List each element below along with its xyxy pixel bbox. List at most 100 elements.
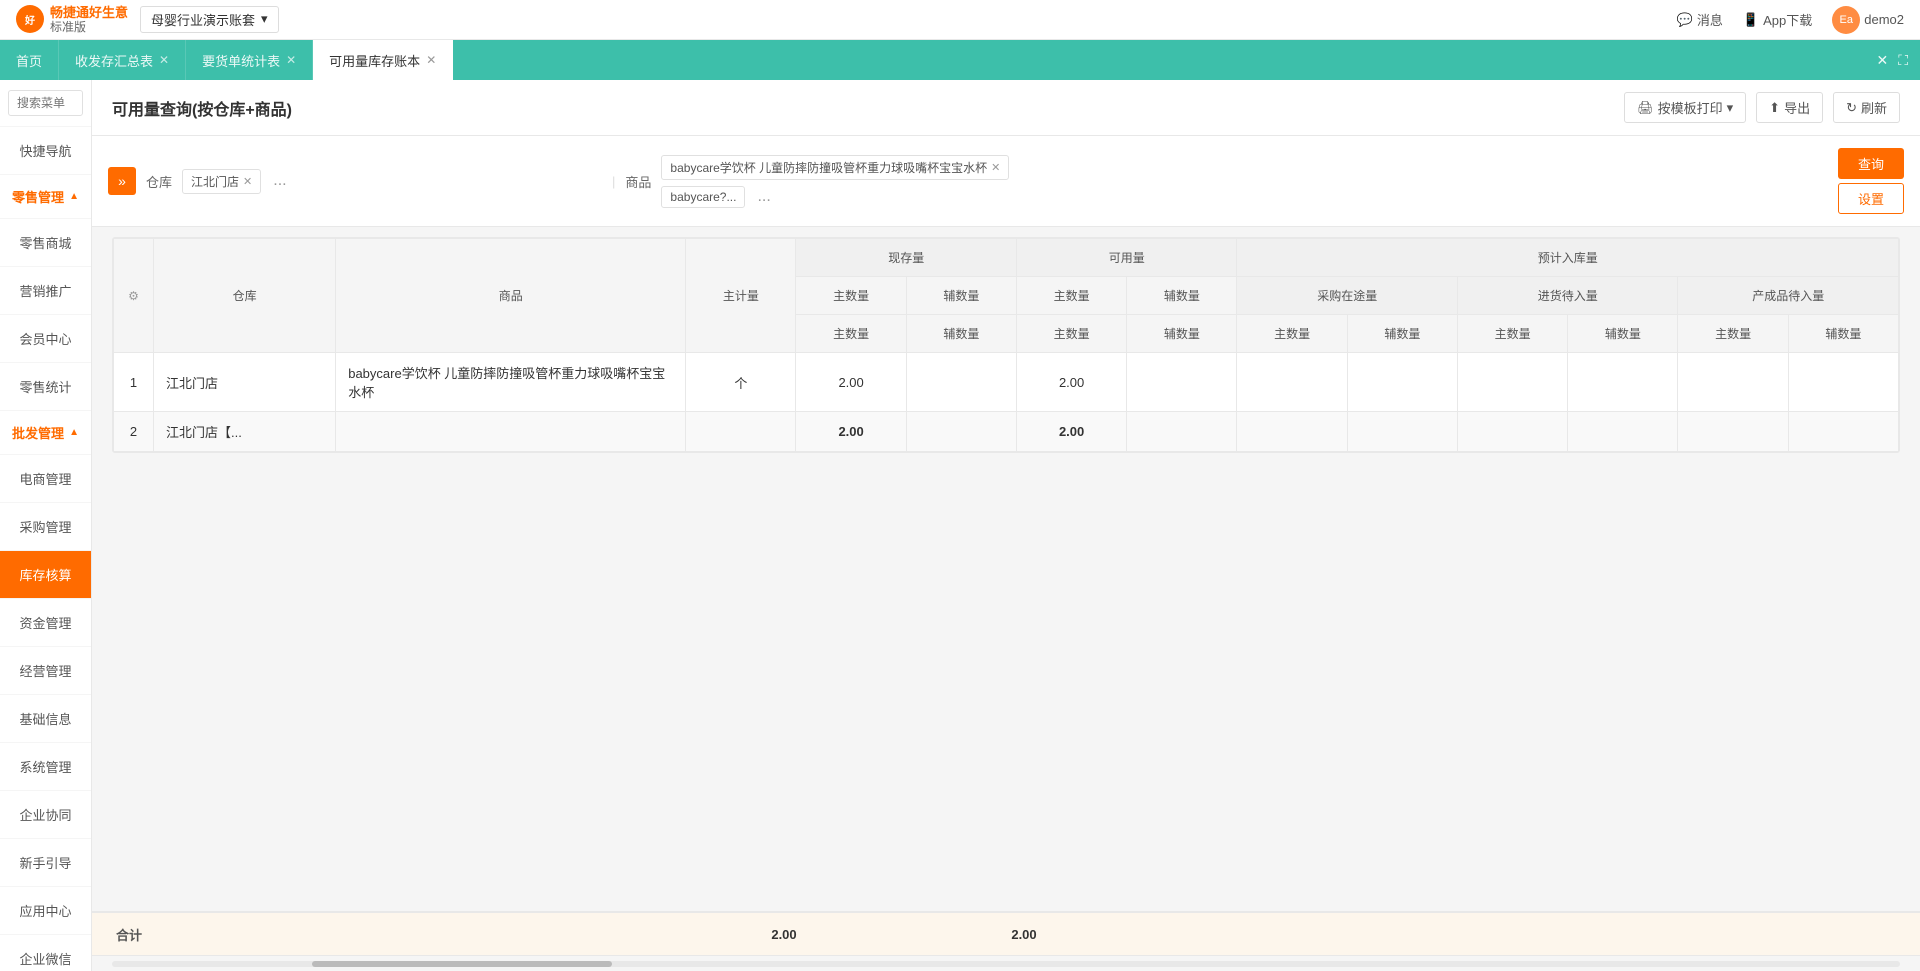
row2-prod-aux — [1788, 412, 1898, 452]
top-bar-left: 好 畅捷通好生意 标准版 母婴行业演示账套 ▾ — [16, 5, 279, 35]
sidebar-item-retail-mgmt[interactable]: 零售管理 ▲ — [0, 175, 91, 219]
sidebar-item-finance[interactable]: 资金管理 — [0, 599, 91, 647]
search-input[interactable] — [8, 90, 83, 116]
row2-stock-main: 2.00 — [796, 412, 906, 452]
row2-unit — [686, 412, 796, 452]
export-icon: ⬆ — [1769, 100, 1780, 116]
sidebar-item-enterprise-wechat[interactable]: 企业微信 — [0, 935, 91, 971]
th-availableqty: 可用量 — [1016, 239, 1237, 277]
th-avail-aux: 辅数量 — [1127, 277, 1237, 315]
product-tag-1-close[interactable]: ✕ — [991, 161, 1000, 174]
warehouse-more-btn[interactable]: ... — [267, 170, 292, 192]
row2-pur-main — [1237, 412, 1347, 452]
nav-close-icon[interactable]: ✕ — [1876, 52, 1888, 69]
sidebar-item-inventory[interactable]: 库存核算 — [0, 551, 91, 599]
scroll-bar-area — [92, 955, 1920, 971]
footer-total-stock: 2.00 — [724, 927, 844, 942]
th-stock-main2: 主数量 — [796, 315, 906, 353]
print-btn[interactable]: 🖨 按模板打印 ▾ — [1624, 92, 1746, 123]
export-btn[interactable]: ⬆ 导出 — [1756, 92, 1823, 123]
th-stock-aux: 辅数量 — [906, 277, 1016, 315]
th-currentstock: 现存量 — [796, 239, 1017, 277]
sidebar-item-retail-stats[interactable]: 零售统计 — [0, 363, 91, 411]
tab-receive-summary[interactable]: 收发存汇总表 ✕ — [59, 40, 186, 80]
row1-stock-main: 2.00 — [796, 353, 906, 412]
sidebar-item-basic-info[interactable]: 基础信息 — [0, 695, 91, 743]
th-pur-aux: 辅数量 — [1347, 315, 1457, 353]
filter-row: 仓库 江北门店 ✕ ... | 商品 babycare学饮杯 儿童防摔防撞吸管杯… — [146, 155, 1828, 208]
warehouse-tag-close[interactable]: ✕ — [243, 175, 252, 188]
page-title: 可用量查询(按仓库+商品) — [112, 96, 292, 120]
sidebar-item-app-center[interactable]: 应用中心 — [0, 887, 91, 935]
th-stock-main: 主数量 — [796, 277, 906, 315]
sidebar-item-wholesale-mgmt[interactable]: 批发管理 ▲ — [0, 411, 91, 455]
chevron-up-icon: ▲ — [69, 191, 79, 202]
tab-order-stats[interactable]: 要货单统计表 ✕ — [186, 40, 313, 80]
refresh-btn[interactable]: ↻ 刷新 — [1833, 92, 1900, 123]
gear-icon[interactable]: ⚙ — [128, 289, 139, 303]
row2-pend-main — [1457, 412, 1567, 452]
th-prod-aux: 辅数量 — [1788, 315, 1898, 353]
product-more-btn[interactable]: ... — [751, 186, 776, 208]
table-wrapper: ⚙ 仓库 商品 主计量 现存量 可用量 预计入库量 主数量 辅数量 主数量 — [112, 237, 1900, 453]
table-row: 1 江北门店 babycare学饮杯 儿童防摔防撞吸管杯重力球吸嘴杯宝宝水杯 个… — [114, 353, 1899, 412]
industry-selector[interactable]: 母婴行业演示账套 ▾ — [140, 6, 279, 33]
message-btn[interactable]: 💬 消息 — [1677, 10, 1723, 29]
sidebar: 快捷导航 零售管理 ▲ 零售商城 营销推广 会员中心 零售统计 批发管理 ▲ 电… — [0, 80, 92, 971]
sidebar-item-purchase[interactable]: 采购管理 — [0, 503, 91, 551]
sidebar-item-marketing[interactable]: 营销推广 — [0, 267, 91, 315]
th-pending-inbound: 进货待入量 — [1457, 277, 1678, 315]
top-bar-right: 💬 消息 📱 App下载 Ea demo2 — [1677, 6, 1904, 34]
tab-available-inventory[interactable]: 可用量库存账本 ✕ — [313, 40, 453, 80]
query-btn[interactable]: 查询 — [1838, 148, 1904, 179]
th-stock-aux2: 辅数量 — [906, 315, 1016, 353]
main-layout: 快捷导航 零售管理 ▲ 零售商城 营销推广 会员中心 零售统计 批发管理 ▲ 电… — [0, 80, 1920, 971]
app-download-btn[interactable]: 📱 App下载 — [1743, 10, 1812, 29]
sidebar-item-new-guide[interactable]: 新手引导 — [0, 839, 91, 887]
nav-fullscreen-icon[interactable]: ⛶ — [1898, 52, 1908, 69]
user-area[interactable]: Ea demo2 — [1832, 6, 1904, 34]
avatar: Ea — [1832, 6, 1860, 34]
table-footer: 合计 2.00 2.00 — [92, 911, 1920, 955]
row1-pur-main — [1237, 353, 1347, 412]
th-pur-main: 主数量 — [1237, 315, 1347, 353]
th-prod-main: 主数量 — [1678, 315, 1788, 353]
sidebar-item-retail-mall[interactable]: 零售商城 — [0, 219, 91, 267]
logo-text: 畅捷通好生意 标准版 — [50, 5, 128, 35]
page-header: 可用量查询(按仓库+商品) 🖨 按模板打印 ▾ ⬆ 导出 ↻ 刷新 — [92, 80, 1920, 136]
sidebar-item-operations[interactable]: 经营管理 — [0, 647, 91, 695]
row1-prod-aux — [1788, 353, 1898, 412]
chevron-up-icon-2: ▲ — [69, 427, 79, 438]
row1-unit: 个 — [686, 353, 796, 412]
product-filter-label: 商品 — [625, 172, 651, 191]
th-avail-aux2: 辅数量 — [1127, 315, 1237, 353]
scroll-thumb[interactable] — [312, 961, 612, 967]
sidebar-item-ecommerce[interactable]: 电商管理 — [0, 455, 91, 503]
tab-receive-summary-close[interactable]: ✕ — [159, 53, 169, 67]
warehouse-tags: 江北门店 ✕ ... — [182, 169, 602, 194]
th-mainunit: 主计量 — [686, 239, 796, 353]
th-pend-aux: 辅数量 — [1568, 315, 1678, 353]
sidebar-item-system[interactable]: 系统管理 — [0, 743, 91, 791]
message-icon: 💬 — [1677, 12, 1693, 28]
tab-order-stats-close[interactable]: ✕ — [286, 53, 296, 67]
print-icon: 🖨 — [1637, 100, 1654, 116]
filter-expand-btn[interactable]: » — [108, 167, 136, 195]
filter-area: » 仓库 江北门店 ✕ ... | 商品 babycare学饮杯 儿童防摔防撞吸… — [92, 136, 1920, 227]
product-tags: babycare学饮杯 儿童防摔防撞吸管杯重力球吸嘴杯宝宝水杯 ✕ babyca… — [661, 155, 1081, 208]
sidebar-search-area — [0, 80, 91, 127]
th-avail-main2: 主数量 — [1016, 315, 1126, 353]
sidebar-item-member-center[interactable]: 会员中心 — [0, 315, 91, 363]
sidebar-item-enterprise[interactable]: 企业协同 — [0, 791, 91, 839]
th-pend-main: 主数量 — [1457, 315, 1567, 353]
tab-home[interactable]: 首页 — [0, 40, 59, 80]
row2-pur-aux — [1347, 412, 1457, 452]
filter-divider: | — [612, 174, 615, 189]
nav-tabs: 首页 收发存汇总表 ✕ 要货单统计表 ✕ 可用量库存账本 ✕ ✕ ⛶ — [0, 40, 1920, 80]
page-actions: 🖨 按模板打印 ▾ ⬆ 导出 ↻ 刷新 — [1624, 92, 1900, 123]
tab-available-inventory-close[interactable]: ✕ — [426, 53, 436, 67]
filter-actions: 查询 设置 — [1838, 148, 1904, 214]
th-warehouse: 仓库 — [154, 239, 336, 353]
settings-btn[interactable]: 设置 — [1838, 183, 1904, 214]
sidebar-item-quick-nav[interactable]: 快捷导航 — [0, 127, 91, 175]
